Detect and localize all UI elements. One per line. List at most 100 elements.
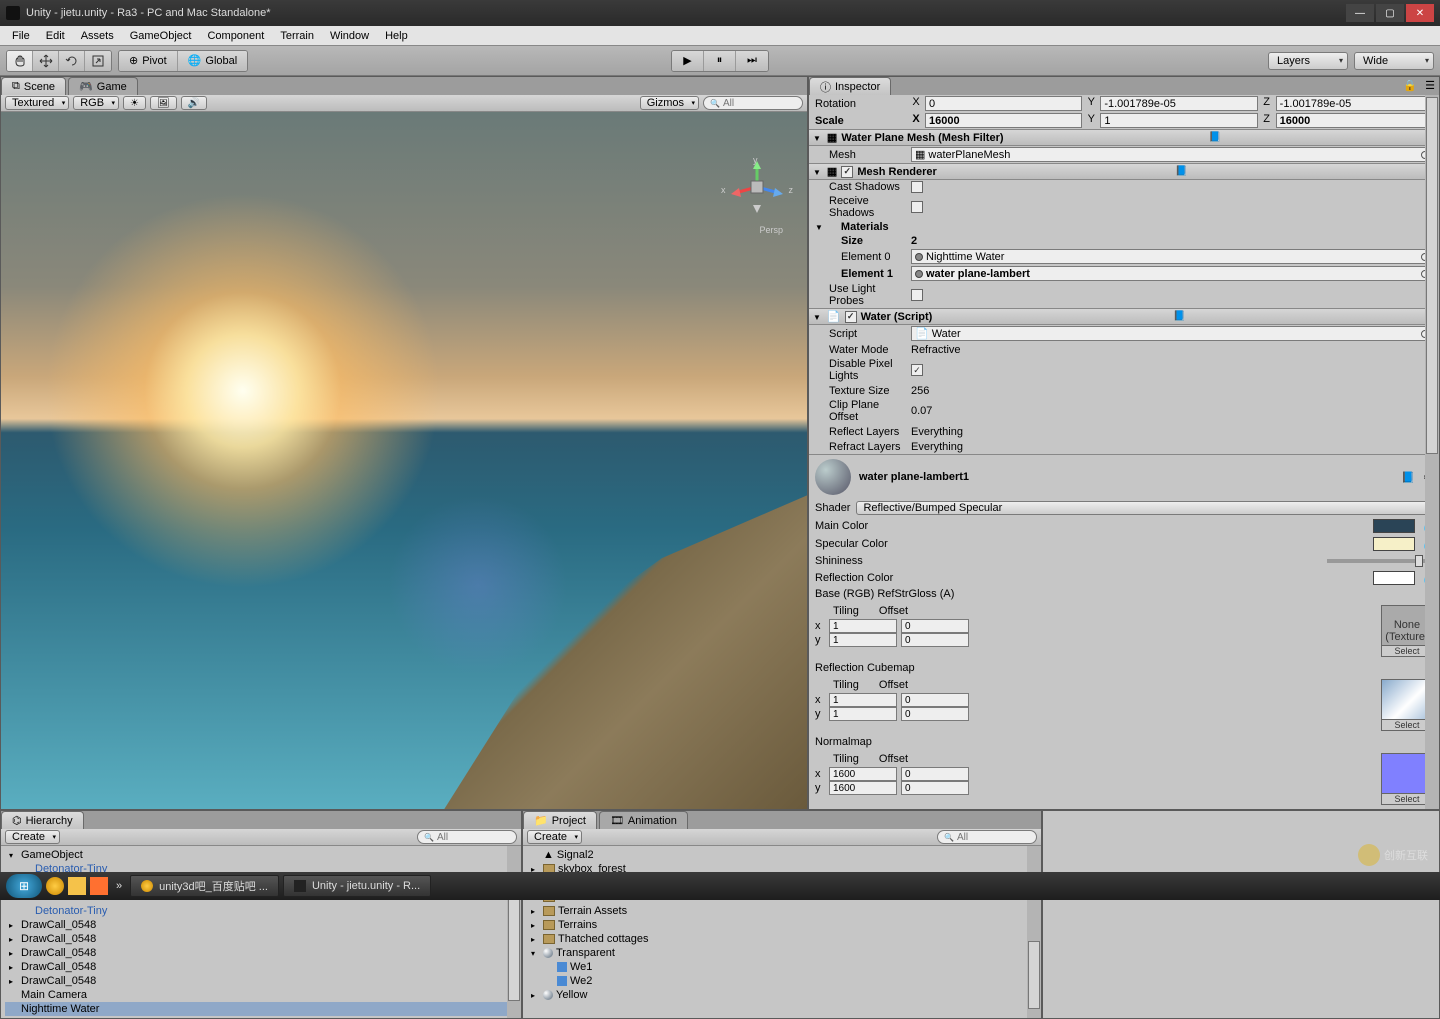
hierarchy-item[interactable]: DrawCall_0548: [5, 946, 517, 960]
menu-file[interactable]: File: [4, 28, 38, 44]
taskbar-chrome-icon[interactable]: [46, 877, 64, 895]
reflection-color-swatch[interactable]: [1373, 571, 1415, 585]
expand-arrow-icon[interactable]: [9, 919, 18, 931]
hand-tool-button[interactable]: [7, 51, 33, 71]
taskbar-folder-icon[interactable]: [68, 877, 86, 895]
inspector-menu-icon[interactable]: ☰: [1421, 77, 1439, 95]
meshfilter-header[interactable]: ▦ Water Plane Mesh (Mesh Filter)📘⚙: [809, 129, 1439, 146]
tab-scene[interactable]: ⧉ Scene: [1, 77, 66, 95]
specular-color-swatch[interactable]: [1373, 537, 1415, 551]
material-element0-field[interactable]: Nighttime Water: [911, 249, 1433, 264]
hierarchy-item[interactable]: GameObject: [5, 848, 517, 862]
scene-search[interactable]: [703, 96, 803, 110]
base-offset-x[interactable]: [901, 619, 969, 633]
taskbar-unity-task[interactable]: Unity - jietu.unity - R...: [283, 875, 431, 897]
scene-gizmos-dropdown[interactable]: Gizmos: [640, 96, 699, 110]
base-offset-y[interactable]: [901, 633, 969, 647]
scene-search-input[interactable]: [723, 98, 783, 109]
orientation-gizmo[interactable]: y x z Persp: [727, 157, 787, 217]
start-button[interactable]: ⊞: [6, 874, 42, 898]
base-tiling-y[interactable]: [829, 633, 897, 647]
inspector-lock-icon[interactable]: 🔒: [1399, 77, 1421, 95]
hierarchy-item[interactable]: DrawCall_0548: [5, 974, 517, 988]
project-item[interactable]: Terrains: [527, 918, 1037, 932]
project-search-input[interactable]: [957, 832, 1017, 843]
expand-arrow-icon[interactable]: [531, 947, 540, 959]
hierarchy-item[interactable]: Main Camera: [5, 988, 517, 1002]
scene-audio-toggle[interactable]: 🔊: [181, 96, 207, 110]
hierarchy-search-input[interactable]: [437, 832, 497, 843]
water-script-header[interactable]: 📄 Water (Script)📘⚙: [809, 308, 1439, 325]
meshrenderer-help-icon[interactable]: 📘: [1175, 166, 1187, 177]
project-search[interactable]: [937, 830, 1037, 844]
cube-tiling-y[interactable]: [829, 707, 897, 721]
rotation-x-input[interactable]: [925, 96, 1082, 111]
expand-arrow-icon[interactable]: [9, 849, 18, 861]
project-item[interactable]: Transparent: [527, 946, 1037, 960]
scale-y-input[interactable]: [1100, 113, 1257, 128]
hierarchy-create-dropdown[interactable]: Create: [5, 830, 60, 844]
move-tool-button[interactable]: [33, 51, 59, 71]
hierarchy-item[interactable]: DrawCall_0548: [5, 960, 517, 974]
tab-game[interactable]: 🎮 Game: [68, 77, 138, 95]
meshrenderer-enable-checkbox[interactable]: [841, 166, 853, 178]
menu-component[interactable]: Component: [199, 28, 272, 44]
expand-arrow-icon[interactable]: [9, 947, 18, 959]
main-color-swatch[interactable]: [1373, 519, 1415, 533]
cube-tiling-x[interactable]: [829, 693, 897, 707]
menu-window[interactable]: Window: [322, 28, 377, 44]
scene-image-toggle[interactable]: 🖼: [150, 96, 177, 110]
tab-hierarchy[interactable]: ⌬ Hierarchy: [1, 811, 84, 829]
meshrenderer-header[interactable]: ▦ Mesh Renderer📘⚙: [809, 163, 1439, 180]
tab-project[interactable]: 📁 Project: [523, 811, 597, 829]
receive-shadows-checkbox[interactable]: [911, 201, 923, 213]
layout-dropdown[interactable]: Wide: [1354, 52, 1434, 70]
norm-tiling-x[interactable]: [829, 767, 897, 781]
window-maximize-button[interactable]: ▢: [1376, 4, 1404, 22]
project-item[interactable]: We1: [527, 960, 1037, 974]
project-item[interactable]: Thatched cottages: [527, 932, 1037, 946]
water-help-icon[interactable]: 📘: [1173, 311, 1185, 322]
global-toggle[interactable]: 🌐 Global: [178, 51, 248, 71]
expand-arrow-icon[interactable]: [531, 919, 540, 931]
material-help-icon[interactable]: 📘: [1401, 471, 1415, 484]
project-item[interactable]: ▲Signal2: [527, 848, 1037, 862]
hierarchy-search[interactable]: [417, 830, 517, 844]
rotation-z-input[interactable]: [1276, 96, 1433, 111]
scene-rendermode-dropdown[interactable]: RGB: [73, 96, 119, 110]
expand-arrow-icon[interactable]: [9, 975, 18, 987]
taskbar-chevron-icon[interactable]: »: [112, 880, 126, 892]
hierarchy-item[interactable]: DrawCall_0548: [5, 932, 517, 946]
expand-arrow-icon[interactable]: [9, 961, 18, 973]
menu-assets[interactable]: Assets: [73, 28, 122, 44]
menu-help[interactable]: Help: [377, 28, 416, 44]
taskbar-app-icon[interactable]: [90, 877, 108, 895]
scene-shading-dropdown[interactable]: Textured: [5, 96, 69, 110]
rotation-y-input[interactable]: [1100, 96, 1257, 111]
menu-terrain[interactable]: Terrain: [272, 28, 322, 44]
shader-dropdown[interactable]: Reflective/Bumped Specular: [856, 501, 1433, 515]
scale-tool-button[interactable]: [85, 51, 111, 71]
expand-arrow-icon[interactable]: [531, 989, 540, 1001]
light-probes-checkbox[interactable]: [911, 289, 923, 301]
expand-arrow-icon[interactable]: [531, 933, 540, 945]
project-item[interactable]: We2: [527, 974, 1037, 988]
inspector-scrollbar[interactable]: [1425, 95, 1439, 809]
shininess-slider[interactable]: [1327, 559, 1427, 563]
pause-button[interactable]: ⏸: [704, 51, 736, 71]
expand-arrow-icon[interactable]: [531, 905, 540, 917]
project-item[interactable]: Terrain Assets: [527, 904, 1037, 918]
menu-gameobject[interactable]: GameObject: [122, 28, 200, 44]
base-tiling-x[interactable]: [829, 619, 897, 633]
hierarchy-item[interactable]: DrawCall_0548: [5, 918, 517, 932]
play-button[interactable]: ▶: [672, 51, 704, 71]
project-item[interactable]: Yellow: [527, 988, 1037, 1002]
material-element1-field[interactable]: water plane-lambert: [911, 266, 1433, 281]
layers-dropdown[interactable]: Layers: [1268, 52, 1348, 70]
pivot-toggle[interactable]: ⊕ Pivot: [119, 51, 178, 71]
norm-offset-x[interactable]: [901, 767, 969, 781]
step-button[interactable]: ⏭: [736, 51, 768, 71]
tab-animation[interactable]: 🎞 Animation: [599, 811, 688, 829]
water-enable-checkbox[interactable]: [845, 311, 857, 323]
disable-pixel-lights-checkbox[interactable]: [911, 364, 923, 376]
